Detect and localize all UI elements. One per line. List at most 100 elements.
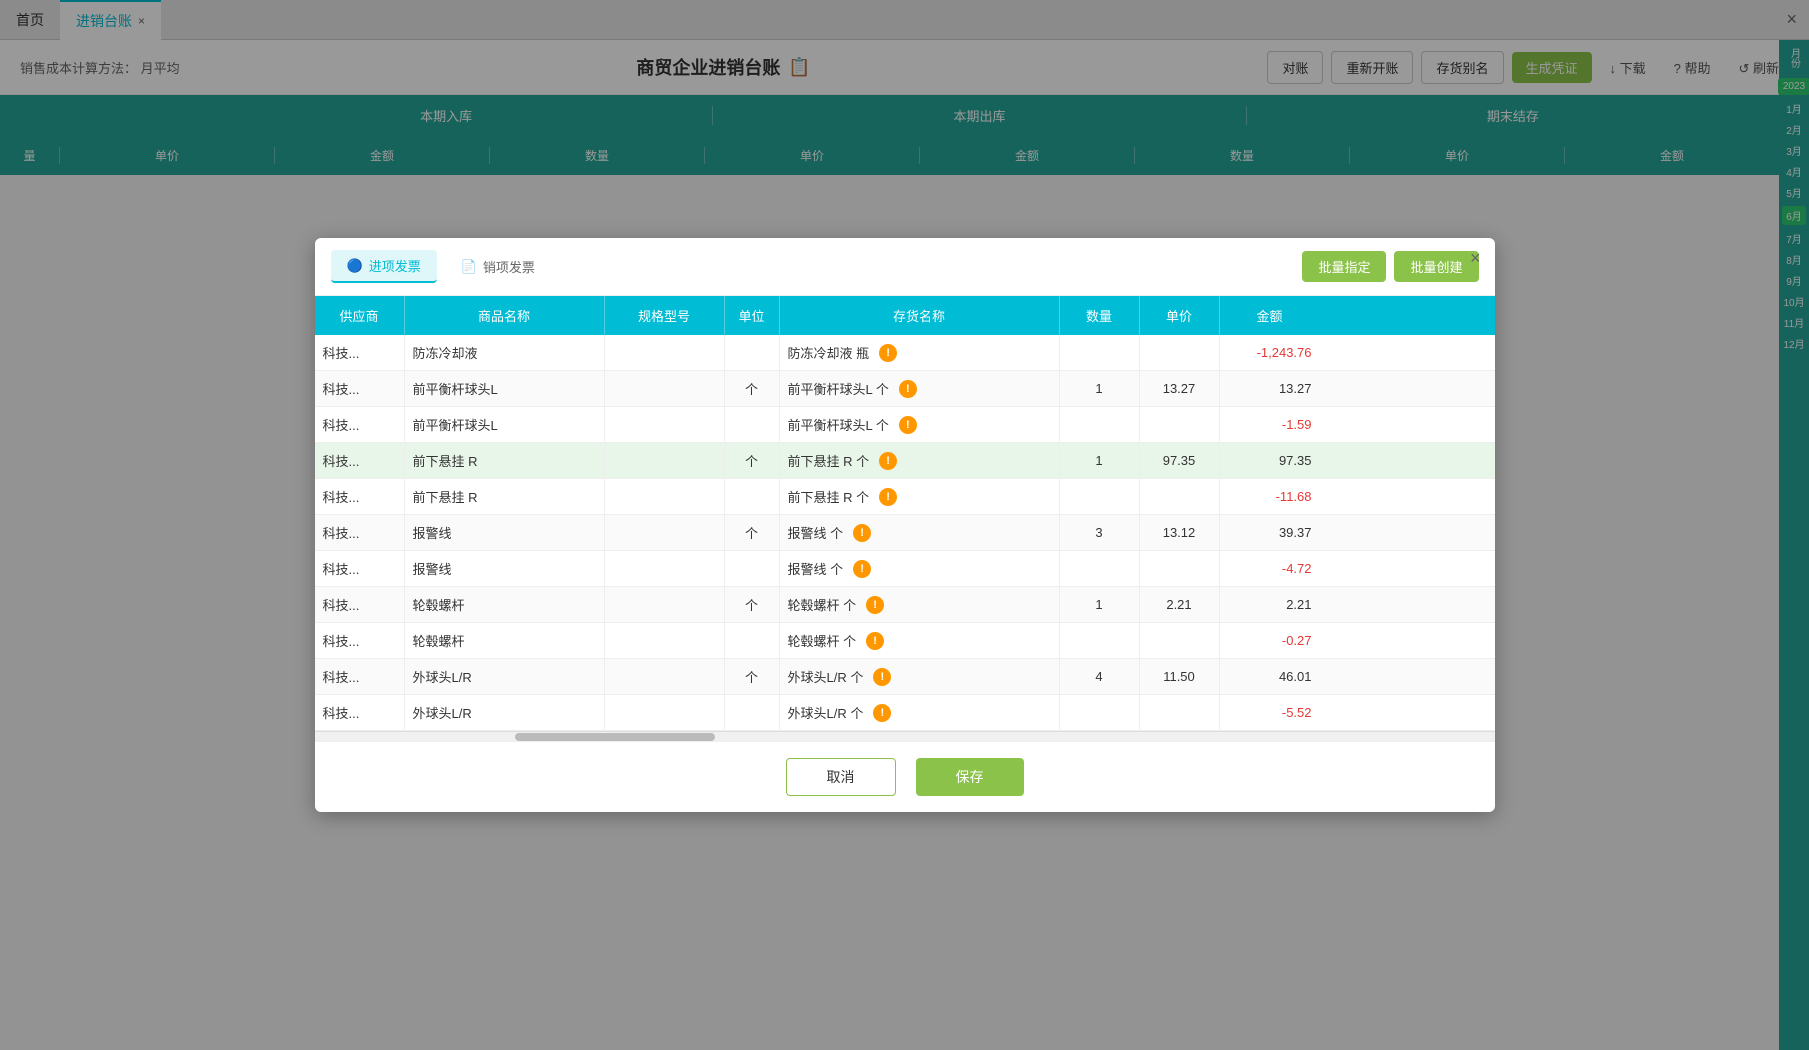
cell-spec (605, 623, 725, 658)
cell-amount: -1,243.76 (1220, 335, 1320, 370)
cell-unit (725, 407, 780, 442)
cell-inventory-name: 轮毂螺杆 个! (780, 623, 1060, 658)
table-row: 科技... 前平衡杆球头L 个 前平衡杆球头L 个! 1 13.27 13.27 (315, 371, 1495, 407)
cell-price (1140, 551, 1220, 586)
cell-qty (1060, 623, 1140, 658)
cell-product-name: 外球头L/R (405, 695, 605, 730)
cell-supplier: 科技... (315, 623, 405, 658)
cell-unit: 个 (725, 587, 780, 622)
cell-qty (1060, 479, 1140, 514)
cell-product-name: 防冻冷却液 (405, 335, 605, 370)
cell-spec (605, 515, 725, 550)
cell-spec (605, 479, 725, 514)
scrollbar-thumb[interactable] (515, 733, 715, 741)
cell-qty (1060, 695, 1140, 730)
table-row: 科技... 报警线 个 报警线 个! 3 13.12 39.37 (315, 515, 1495, 551)
cell-price (1140, 335, 1220, 370)
tab-sales-invoice[interactable]: 📄 销项发票 (445, 251, 551, 282)
cell-amount: -4.72 (1220, 551, 1320, 586)
inventory-name-text: 防冻冷却液 瓶 (788, 343, 870, 362)
cell-unit: 个 (725, 659, 780, 694)
modal-header: 🔵 进项发票 📄 销项发票 批量指定 批量创建 × (315, 238, 1495, 296)
cell-amount: 2.21 (1220, 587, 1320, 622)
modal-footer: 取消 保存 (315, 741, 1495, 812)
cell-supplier: 科技... (315, 479, 405, 514)
cell-unit (725, 551, 780, 586)
sales-invoice-icon: 📄 (461, 259, 477, 275)
cell-amount: -5.52 (1220, 695, 1320, 730)
table-row: 科技... 轮毂螺杆 轮毂螺杆 个! -0.27 (315, 623, 1495, 659)
warn-icon: ! (866, 596, 884, 614)
cell-qty: 1 (1060, 371, 1140, 406)
cell-supplier: 科技... (315, 407, 405, 442)
warn-icon: ! (899, 416, 917, 434)
cell-supplier: 科技... (315, 335, 405, 370)
col-spec: 规格型号 (605, 296, 725, 335)
cell-qty: 4 (1060, 659, 1140, 694)
cell-amount: -0.27 (1220, 623, 1320, 658)
col-unit: 单位 (725, 296, 780, 335)
table-row: 科技... 外球头L/R 外球头L/R 个! -5.52 (315, 695, 1495, 731)
table-row: 科技... 前平衡杆球头L 前平衡杆球头L 个! -1.59 (315, 407, 1495, 443)
cell-inventory-name: 外球头L/R 个! (780, 695, 1060, 730)
batch-assign-button[interactable]: 批量指定 (1302, 251, 1386, 282)
warn-icon: ! (879, 488, 897, 506)
warn-icon: ! (853, 524, 871, 542)
cell-spec (605, 335, 725, 370)
table-rows-container: 科技... 防冻冷却液 防冻冷却液 瓶! -1,243.76 科技... 前平衡… (315, 335, 1495, 731)
warn-icon: ! (879, 344, 897, 362)
cell-unit (725, 479, 780, 514)
inventory-name-text: 外球头L/R 个 (788, 703, 864, 722)
cell-qty: 3 (1060, 515, 1140, 550)
cell-inventory-name: 轮毂螺杆 个! (780, 587, 1060, 622)
cell-supplier: 科技... (315, 371, 405, 406)
cell-qty: 1 (1060, 587, 1140, 622)
inventory-name-text: 前平衡杆球头L 个 (788, 415, 889, 434)
cell-inventory-name: 前平衡杆球头L 个! (780, 371, 1060, 406)
cell-spec (605, 551, 725, 586)
inventory-name-text: 报警线 个 (788, 523, 844, 542)
inventory-name-text: 前下悬挂 R 个 (788, 487, 870, 506)
cell-amount: -11.68 (1220, 479, 1320, 514)
col-product-name: 商品名称 (405, 296, 605, 335)
warn-icon: ! (899, 380, 917, 398)
save-button[interactable]: 保存 (916, 758, 1024, 796)
batch-create-button[interactable]: 批量创建 (1394, 251, 1478, 282)
col-qty: 数量 (1060, 296, 1140, 335)
cell-inventory-name: 外球头L/R 个! (780, 659, 1060, 694)
cell-amount: 39.37 (1220, 515, 1320, 550)
cell-inventory-name: 前平衡杆球头L 个! (780, 407, 1060, 442)
cell-product-name: 轮毂螺杆 (405, 587, 605, 622)
col-inventory-name: 存货名称 (780, 296, 1060, 335)
col-amount: 金额 (1220, 296, 1320, 335)
modal-table: 供应商 商品名称 规格型号 单位 存货名称 数量 单价 金额 科技... 防冻冷… (315, 296, 1495, 731)
income-invoice-icon: 🔵 (347, 258, 363, 274)
inventory-name-text: 轮毂螺杆 个 (788, 595, 857, 614)
modal-close-button[interactable]: × (1470, 248, 1481, 269)
cell-qty: 1 (1060, 443, 1140, 478)
horizontal-scrollbar[interactable] (315, 731, 1495, 741)
cell-product-name: 前下悬挂 R (405, 479, 605, 514)
warn-icon: ! (866, 632, 884, 650)
cell-qty (1060, 551, 1140, 586)
cell-unit (725, 335, 780, 370)
tab-income-invoice[interactable]: 🔵 进项发票 (331, 250, 437, 283)
cell-supplier: 科技... (315, 587, 405, 622)
inventory-name-text: 外球头L/R 个 (788, 667, 864, 686)
invoice-modal: 🔵 进项发票 📄 销项发票 批量指定 批量创建 × 供应商 商品名称 规格型号 … (315, 238, 1495, 812)
warn-icon: ! (853, 560, 871, 578)
cell-spec (605, 659, 725, 694)
cell-product-name: 轮毂螺杆 (405, 623, 605, 658)
modal-table-header: 供应商 商品名称 规格型号 单位 存货名称 数量 单价 金额 (315, 296, 1495, 335)
table-row: 科技... 前下悬挂 R 个 前下悬挂 R 个! 1 97.35 97.35 (315, 443, 1495, 479)
cell-amount: 13.27 (1220, 371, 1320, 406)
cancel-button[interactable]: 取消 (786, 758, 896, 796)
cell-unit (725, 623, 780, 658)
cell-product-name: 前平衡杆球头L (405, 371, 605, 406)
table-row: 科技... 外球头L/R 个 外球头L/R 个! 4 11.50 46.01 (315, 659, 1495, 695)
cell-product-name: 报警线 (405, 551, 605, 586)
cell-qty (1060, 335, 1140, 370)
cell-price (1140, 407, 1220, 442)
cell-product-name: 前平衡杆球头L (405, 407, 605, 442)
cell-price: 13.12 (1140, 515, 1220, 550)
